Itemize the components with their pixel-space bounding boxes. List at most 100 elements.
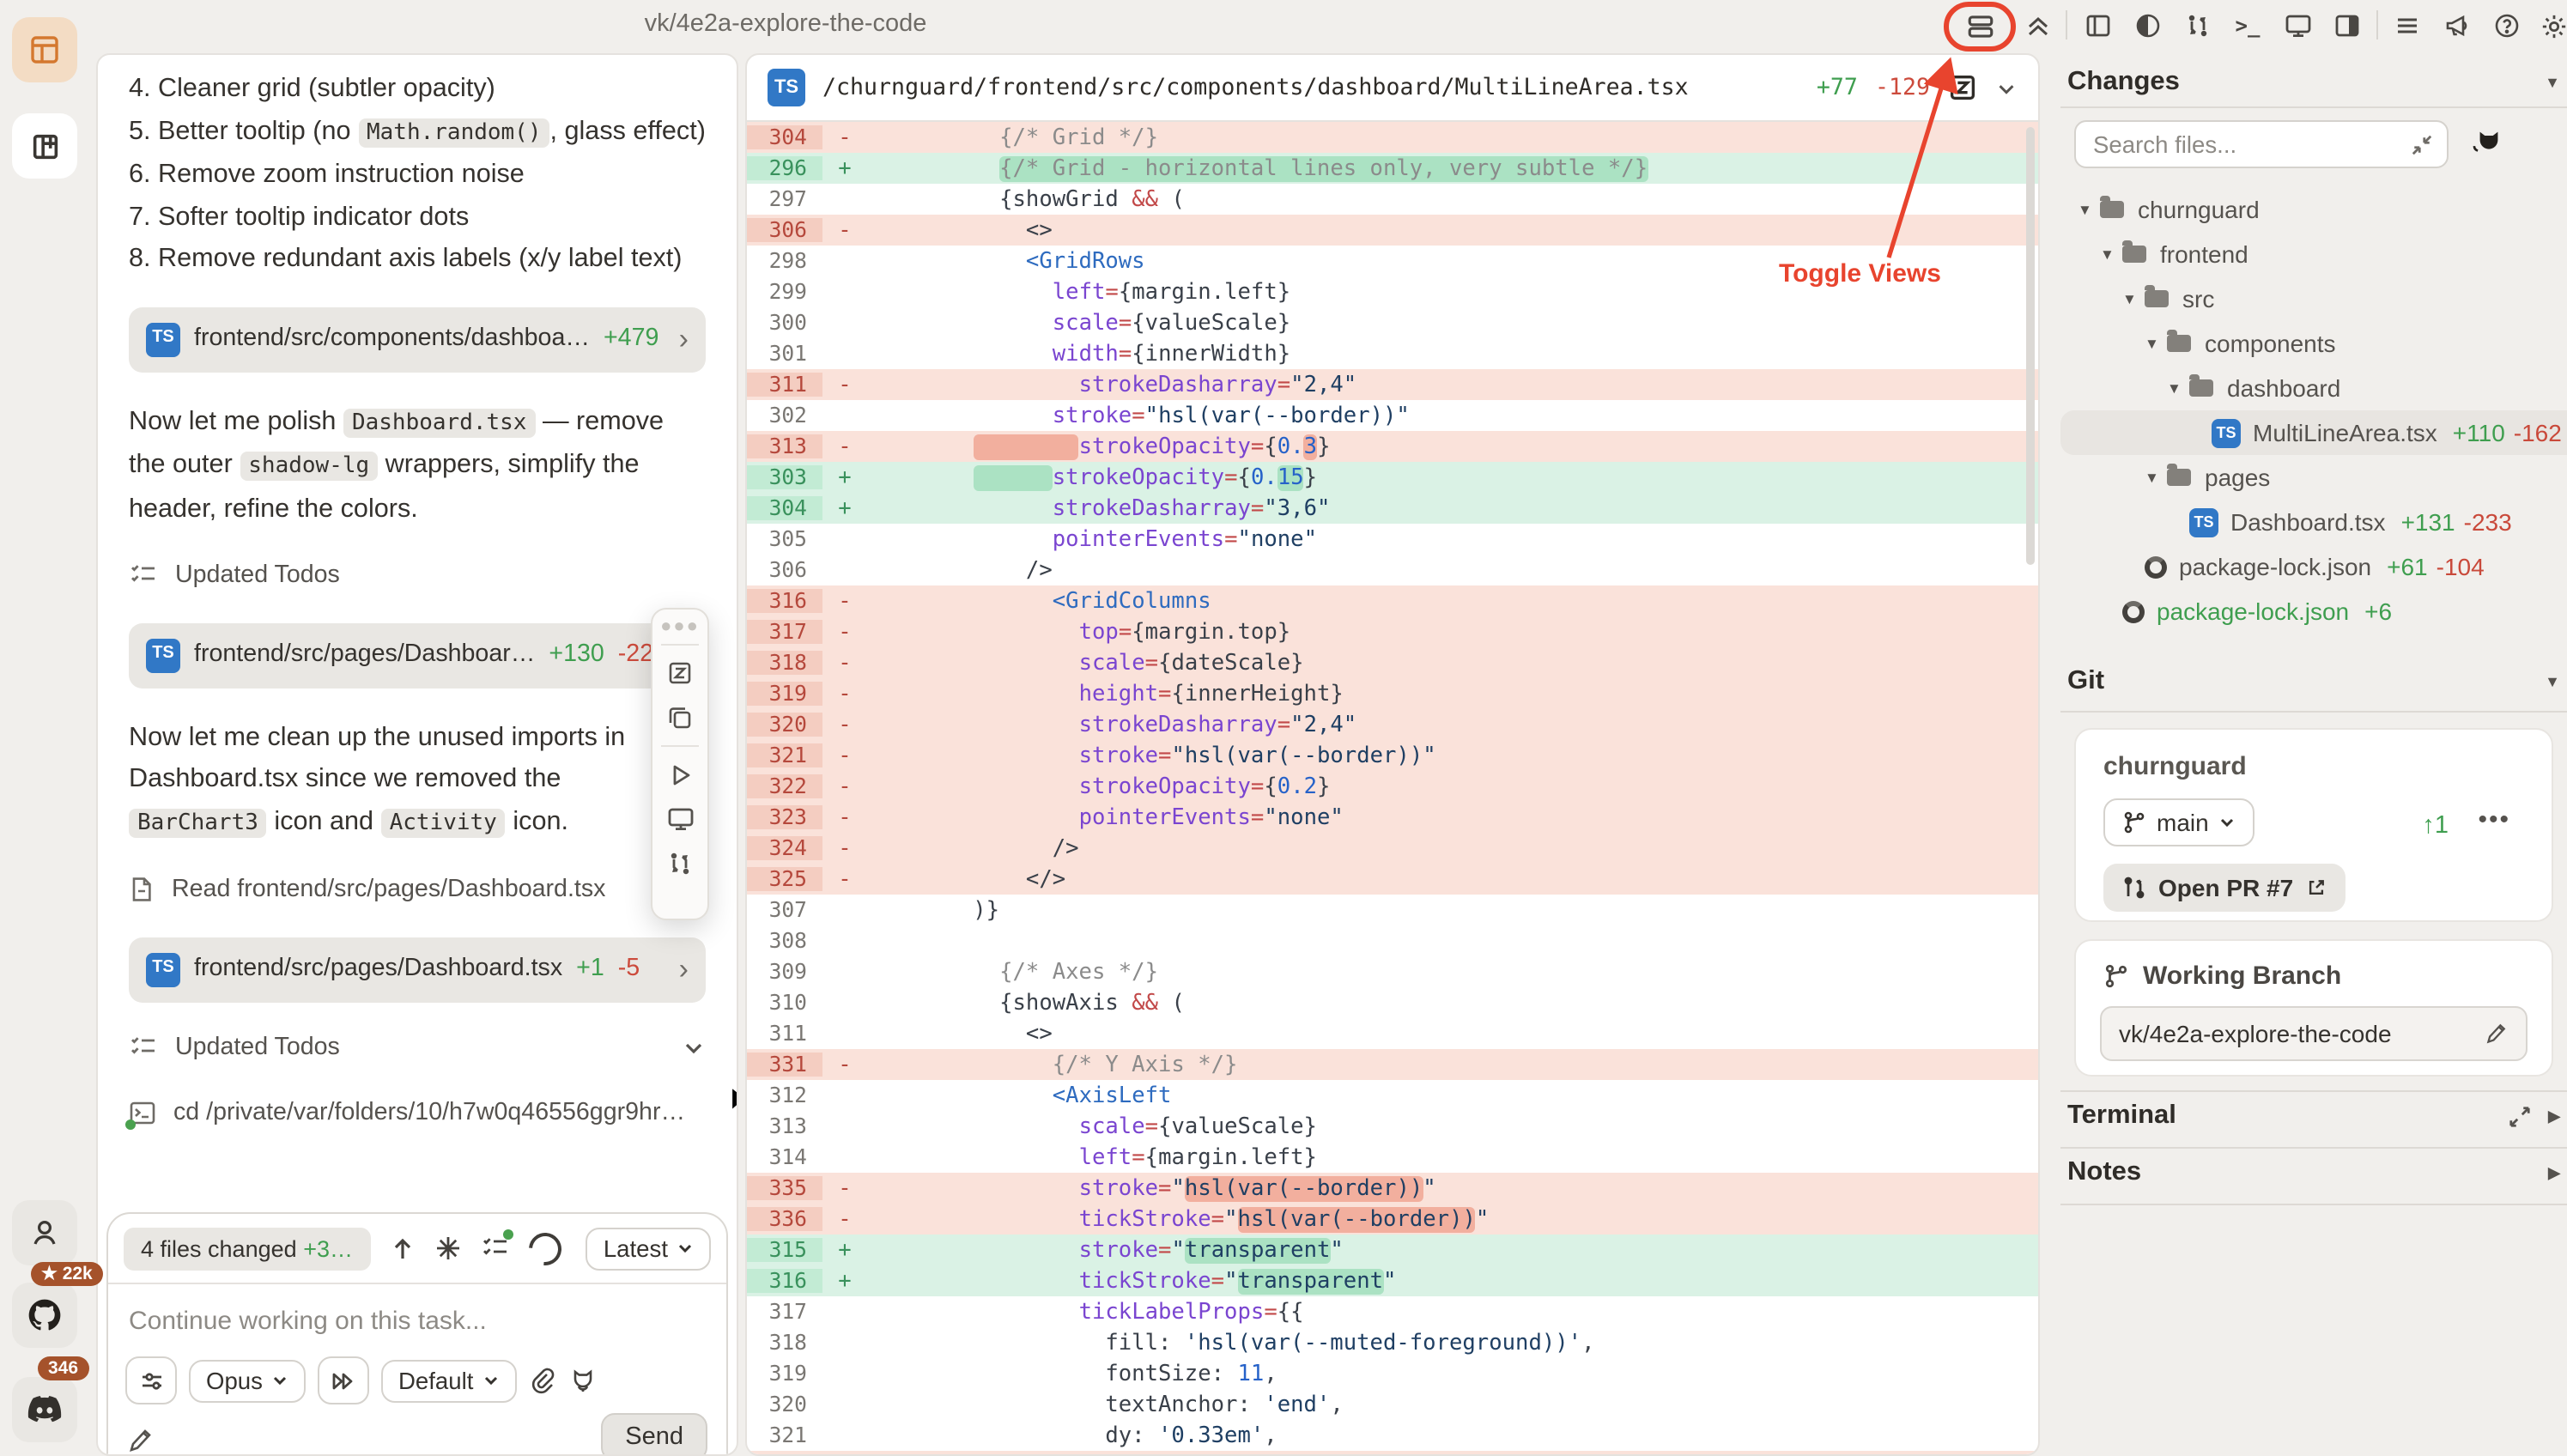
file-diff-chip[interactable]: TS frontend/src/pages/Dashboard.tsx +1 -…: [129, 937, 706, 1002]
collapse-tree-icon[interactable]: [2411, 133, 2433, 155]
todo-list-icon[interactable]: [480, 1235, 509, 1262]
tree-expand-arrow[interactable]: ▼: [2145, 335, 2167, 352]
left-rail: ★ 22k 346: [0, 0, 89, 1456]
discord-button[interactable]: [12, 1377, 77, 1442]
working-branch-input[interactable]: vk/4e2a-explore-the-code: [2100, 1006, 2528, 1061]
line-number: 322: [747, 774, 822, 798]
tree-row[interactable]: TS MultiLineArea.tsx +110 -162: [2060, 410, 2567, 455]
more-actions-icon[interactable]: •••: [2478, 805, 2510, 834]
inline-diff-icon[interactable]: [666, 656, 694, 690]
list-item: 8. Remove redundant axis labels (x/y lab…: [129, 239, 706, 281]
branch-dropdown[interactable]: main: [2103, 798, 2255, 846]
tree-expand-arrow[interactable]: ▼: [2100, 246, 2122, 263]
message-input[interactable]: Continue working on this task...: [108, 1284, 726, 1336]
diff-sign: -: [822, 1175, 867, 1201]
file-name: churnguard: [2138, 196, 2260, 223]
attach-paperclip-icon[interactable]: [528, 1367, 555, 1394]
diff-row: 302 stroke="hsl(var(--border))": [747, 400, 2038, 431]
play-icon[interactable]: [667, 757, 693, 792]
file-search[interactable]: [2074, 120, 2449, 168]
ts-file-icon: TS: [146, 322, 180, 356]
tree-row[interactable]: TS package-lock.json +6: [2060, 589, 2567, 634]
fast-forward-button[interactable]: [318, 1356, 369, 1404]
divider: [2060, 1090, 2567, 1092]
line-number: 309: [747, 960, 822, 984]
git-compare-icon[interactable]: [2179, 7, 2217, 45]
drag-handle-icon[interactable]: ●●●: [660, 620, 700, 634]
updated-todos-row[interactable]: Updated Todos: [129, 1026, 706, 1068]
panel-left-icon[interactable]: [2079, 7, 2117, 45]
line-number: 306: [747, 218, 822, 242]
tree-row[interactable]: TS package-lock.json +61 -104: [2060, 544, 2567, 589]
terminal-icon[interactable]: >_: [2229, 7, 2267, 45]
settings-sliders-button[interactable]: [125, 1356, 177, 1404]
line-number: 324: [747, 836, 822, 860]
tree-row[interactable]: ▼ TS frontend: [2060, 232, 2567, 276]
monitor-icon[interactable]: [2279, 7, 2316, 45]
account-button[interactable]: [12, 1200, 77, 1265]
tree-row[interactable]: ▼ TS pages: [2060, 455, 2567, 500]
notes-section-header[interactable]: Notes ▶: [2067, 1150, 2560, 1195]
board-view-button[interactable]: [12, 113, 77, 179]
tree-row[interactable]: ▼ TS churnguard: [2060, 187, 2567, 232]
annotation-arrow: [1854, 48, 2060, 271]
send-button[interactable]: Send: [601, 1413, 707, 1456]
tree-expand-arrow[interactable]: ▼: [2167, 379, 2189, 397]
json-file-icon: [2145, 555, 2167, 578]
search-input[interactable]: [2090, 130, 2411, 159]
copy-icon[interactable]: [666, 701, 694, 735]
file-diff-chip[interactable]: TS frontend/src/pages/Dashboar… +130 -22: [129, 622, 706, 688]
updated-todos-row[interactable]: Updated Todos: [129, 555, 706, 597]
tree-row[interactable]: ▼ TS dashboard: [2060, 366, 2567, 410]
latest-dropdown[interactable]: Latest: [586, 1227, 711, 1270]
code-line: <>: [867, 1021, 2038, 1046]
help-icon[interactable]: [2488, 7, 2526, 45]
edit-pencil-icon[interactable]: [2485, 1022, 2509, 1046]
megaphone-icon[interactable]: [2438, 7, 2476, 45]
pen-icon[interactable]: [127, 1427, 155, 1454]
tree-row[interactable]: TS Dashboard.tsx +131 -233: [2060, 500, 2567, 544]
mode-dropdown[interactable]: Default: [381, 1359, 516, 1402]
diff-sign: +: [822, 464, 867, 490]
settings-gear-icon[interactable]: [2534, 7, 2567, 45]
diff-sign: -: [822, 650, 867, 676]
scroll-up-icon[interactable]: [389, 1235, 415, 1261]
additions-count: +61: [2387, 553, 2428, 580]
expand-icon[interactable]: [2509, 1105, 2531, 1127]
code-line: top={margin.top}: [867, 619, 2038, 645]
read-file-row[interactable]: Read frontend/src/pages/Dashboard.tsx: [129, 869, 706, 911]
spark-icon[interactable]: [434, 1235, 461, 1262]
ts-file-icon: TS: [2212, 418, 2241, 447]
panel-right-filled-icon[interactable]: [2328, 7, 2366, 45]
tree-row[interactable]: ▼ TS src: [2060, 276, 2567, 321]
files-changed-chip[interactable]: 4 files changed +3…: [124, 1227, 370, 1270]
git-section-header[interactable]: Git ▼: [2067, 659, 2560, 704]
tree-expand-arrow[interactable]: ▼: [2078, 201, 2100, 218]
cat-icon[interactable]: [567, 1367, 597, 1394]
diff-row: 309 {/* Axes */}: [747, 956, 2038, 987]
theme-contrast-icon[interactable]: [2129, 7, 2167, 45]
diff-row: 313 scale={valueScale}: [747, 1111, 2038, 1142]
cat-icon[interactable]: [2473, 127, 2505, 158]
chevron-down-icon[interactable]: [682, 1035, 706, 1059]
changes-section-header[interactable]: Changes ▼: [2067, 60, 2560, 105]
menu-icon[interactable]: [2388, 7, 2426, 45]
github-button[interactable]: [12, 1283, 77, 1348]
open-pr-button[interactable]: Open PR #7: [2103, 864, 2345, 912]
diff-row: 307 )}: [747, 895, 2038, 925]
file-diff-chip[interactable]: TS frontend/src/components/dashboa… +479…: [129, 306, 706, 372]
layout-panels-button[interactable]: [12, 17, 77, 82]
push-ahead-count[interactable]: ↑ 1: [2422, 812, 2449, 840]
diff-row: 311 - strokeDasharray="2,4": [747, 369, 2038, 400]
tree-expand-arrow[interactable]: ▼: [2122, 290, 2145, 307]
terminal-section-header[interactable]: Terminal ▶: [2067, 1094, 2560, 1138]
line-number: 307: [747, 898, 822, 922]
tree-row[interactable]: ▼ TS components: [2060, 321, 2567, 366]
diff-row: 317 tickLabelProps={{: [747, 1296, 2038, 1327]
chevrons-up-icon[interactable]: [2019, 7, 2057, 45]
monitor-icon[interactable]: [665, 802, 695, 836]
terminal-command-row[interactable]: cd /private/var/folders/10/h7w0q46556ggr…: [129, 1092, 706, 1134]
model-dropdown[interactable]: Opus: [189, 1359, 306, 1402]
tree-expand-arrow[interactable]: ▼: [2145, 469, 2167, 486]
git-compare-icon[interactable]: [666, 846, 694, 881]
